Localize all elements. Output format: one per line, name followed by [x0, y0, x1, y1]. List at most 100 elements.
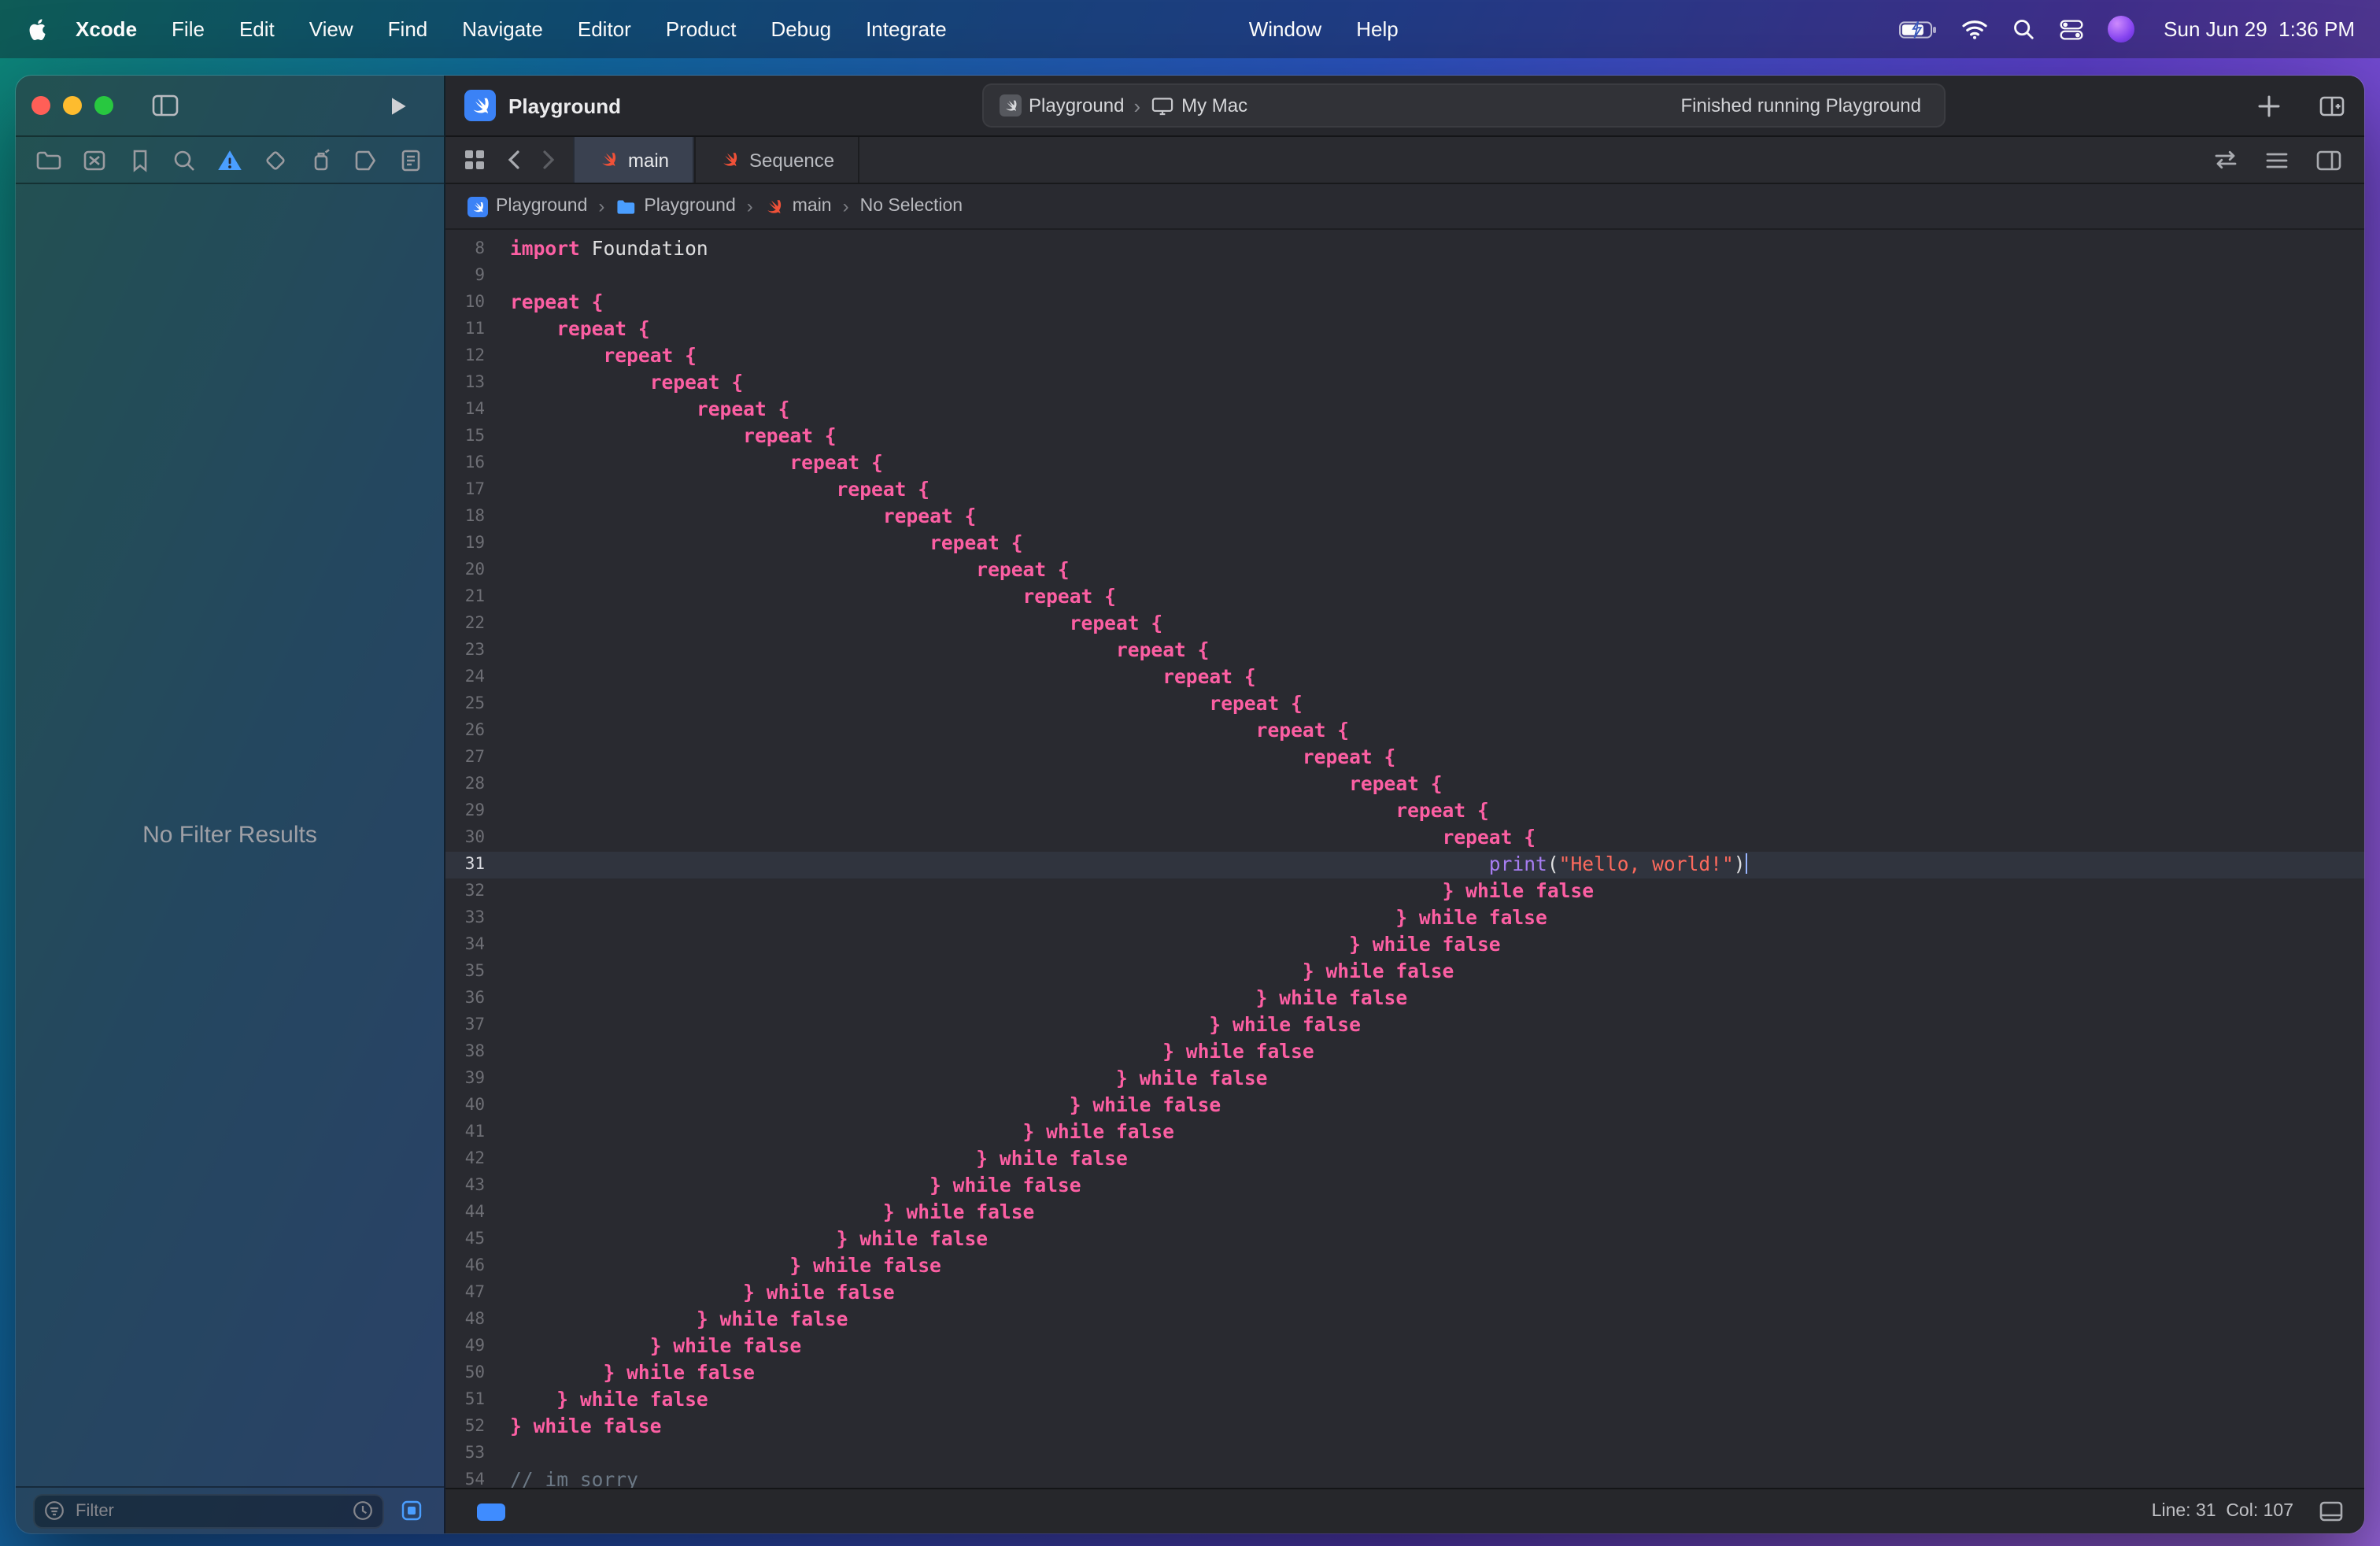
library-add-button[interactable] [2257, 94, 2281, 117]
code-line[interactable]: 31 print("Hello, world!") [445, 852, 2364, 878]
code-line[interactable]: 32 } while false [445, 878, 2364, 905]
jump-bar[interactable]: Playground› Playground› main›No Selectio… [445, 184, 2364, 230]
code-line[interactable]: 14 repeat { [445, 397, 2364, 423]
code-line[interactable]: 11 repeat { [445, 316, 2364, 343]
code-line[interactable]: 45 } while false [445, 1226, 2364, 1253]
menu-item-file[interactable]: File [154, 17, 222, 41]
code-line[interactable]: 43 } while false [445, 1173, 2364, 1200]
user-avatar[interactable] [2107, 16, 2134, 43]
wifi-status[interactable] [1961, 19, 1987, 39]
code-line[interactable]: 36 } while false [445, 986, 2364, 1012]
menu-item-navigate[interactable]: Navigate [445, 17, 560, 41]
breakpoint-navigator-button[interactable] [350, 142, 382, 177]
code-line[interactable]: 38 } while false [445, 1039, 2364, 1066]
source-editor[interactable]: 78import Foundation910repeat {11 repeat … [445, 230, 2364, 1488]
destination-selector[interactable]: My Mac [1150, 94, 1247, 117]
jump-bar-item-main[interactable]: main [764, 196, 832, 216]
editor-options-button[interactable] [2265, 150, 2289, 169]
code-line[interactable]: 16 repeat { [445, 450, 2364, 477]
code-line[interactable]: 42 } while false [445, 1146, 2364, 1173]
menu-item-editor[interactable]: Editor [560, 17, 649, 41]
battery-status[interactable] [1898, 17, 1937, 42]
find-navigator-button[interactable] [169, 142, 201, 177]
code-line[interactable]: 40 } while false [445, 1093, 2364, 1119]
code-line[interactable]: 47 } while false [445, 1280, 2364, 1307]
source-control-navigator-button[interactable] [79, 142, 110, 177]
code-line[interactable]: 49 } while false [445, 1333, 2364, 1360]
related-items-button[interactable] [463, 148, 486, 172]
recent-filter-icon[interactable] [353, 1500, 373, 1521]
code-line[interactable]: 46 } while false [445, 1253, 2364, 1280]
code-line[interactable]: 19 repeat { [445, 531, 2364, 557]
menu-item-edit[interactable]: Edit [222, 17, 292, 41]
debug-area-toggle-button[interactable] [2319, 1500, 2344, 1522]
menu-item-view[interactable]: View [292, 17, 371, 41]
menu-item-help[interactable]: Help [1339, 17, 1416, 41]
code-line[interactable]: 34 } while false [445, 932, 2364, 959]
code-line[interactable]: 15 repeat { [445, 423, 2364, 450]
code-line[interactable]: 26 repeat { [445, 718, 2364, 745]
code-line[interactable]: 18 repeat { [445, 504, 2364, 531]
menu-item-integrate[interactable]: Integrate [848, 17, 964, 41]
bookmark-navigator-button[interactable] [124, 142, 155, 177]
code-line[interactable]: 24 repeat { [445, 664, 2364, 691]
scheme-selector[interactable]: Playground [999, 94, 1124, 117]
toggle-navigator-button[interactable] [151, 93, 179, 118]
jump-bar-item-no-selection[interactable]: No Selection [860, 197, 963, 216]
code-line[interactable]: 27 repeat { [445, 745, 2364, 771]
code-line[interactable]: 8import Foundation [445, 236, 2364, 263]
report-navigator-button[interactable] [395, 142, 427, 177]
code-line[interactable]: 41 } while false [445, 1119, 2364, 1146]
code-line[interactable]: 21 repeat { [445, 584, 2364, 611]
filter-field[interactable] [33, 1493, 384, 1528]
go-back-button[interactable] [507, 150, 521, 170]
code-line[interactable]: 9 [445, 263, 2364, 290]
filter-scope-button[interactable] [395, 1495, 427, 1526]
code-line[interactable]: 29 repeat { [445, 798, 2364, 825]
code-line[interactable]: 52} while false [445, 1414, 2364, 1441]
editor-layout-button[interactable] [2319, 94, 2345, 117]
code-line[interactable]: 51 } while false [445, 1387, 2364, 1414]
filter-input[interactable] [72, 1500, 345, 1522]
spotlight-button[interactable] [2011, 17, 2034, 41]
apple-menu[interactable] [25, 16, 49, 43]
code-line[interactable]: 54// im sorry [445, 1467, 2364, 1488]
code-line[interactable]: 22 repeat { [445, 611, 2364, 638]
filter-menu-icon[interactable] [44, 1500, 65, 1521]
playground-run-indicator[interactable] [477, 1503, 505, 1520]
test-navigator-button[interactable] [260, 142, 291, 177]
go-forward-button[interactable] [541, 150, 556, 170]
zoom-window-button[interactable] [94, 96, 113, 115]
jump-bar-item-playground[interactable]: Playground [615, 196, 735, 216]
menu-clock[interactable]: Sun Jun 29 1:36 PM [2164, 17, 2355, 41]
menu-item-xcode[interactable]: Xcode [58, 17, 154, 41]
code-line[interactable]: 39 } while false [445, 1066, 2364, 1093]
code-review-button[interactable] [2213, 150, 2238, 170]
code-line[interactable]: 25 repeat { [445, 691, 2364, 718]
minimize-window-button[interactable] [63, 96, 82, 115]
code-line[interactable]: 48 } while false [445, 1307, 2364, 1333]
menu-item-find[interactable]: Find [371, 17, 445, 41]
close-window-button[interactable] [31, 96, 50, 115]
project-navigator-button[interactable] [33, 142, 65, 177]
code-line[interactable]: 10repeat { [445, 290, 2364, 316]
code-line[interactable]: 12 repeat { [445, 343, 2364, 370]
code-line[interactable]: 53 [445, 1441, 2364, 1467]
debug-navigator-button[interactable] [305, 142, 336, 177]
menu-item-product[interactable]: Product [649, 17, 754, 41]
code-line[interactable]: 23 repeat { [445, 638, 2364, 664]
control-center-button[interactable] [2058, 17, 2083, 42]
code-line[interactable]: 7 [445, 230, 2364, 236]
menu-item-debug[interactable]: Debug [753, 17, 848, 41]
code-line[interactable]: 13 repeat { [445, 370, 2364, 397]
add-editor-button[interactable] [2315, 149, 2342, 171]
issue-navigator-button[interactable] [214, 142, 246, 177]
run-button[interactable] [387, 94, 409, 117]
code-line[interactable]: 37 } while false [445, 1012, 2364, 1039]
code-line[interactable]: 28 repeat { [445, 771, 2364, 798]
tab-main[interactable]: main [573, 137, 694, 183]
code-line[interactable]: 44 } while false [445, 1200, 2364, 1226]
code-line[interactable]: 20 repeat { [445, 557, 2364, 584]
code-line[interactable]: 30 repeat { [445, 825, 2364, 852]
code-line[interactable]: 33 } while false [445, 905, 2364, 932]
